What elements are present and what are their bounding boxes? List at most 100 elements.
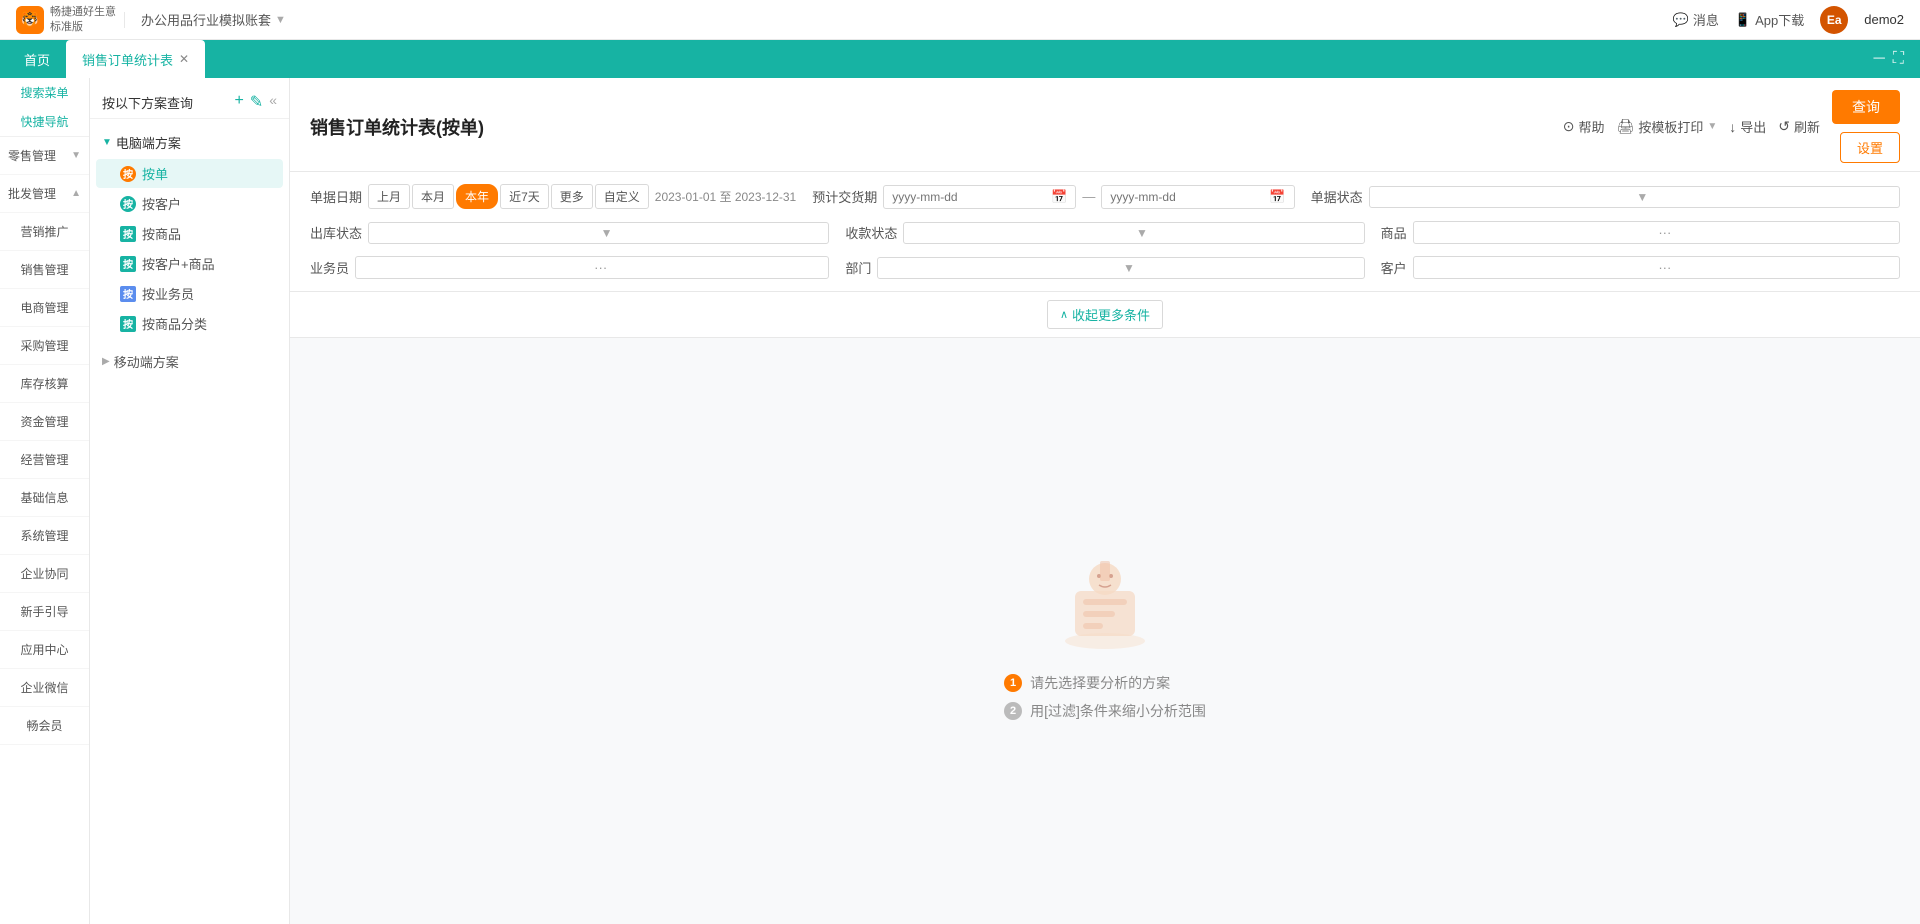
refresh-icon: ↺ [1778, 118, 1790, 135]
mobile-schemes: ▶ 移动端方案 [90, 343, 289, 380]
sidebar-quick-nav[interactable]: 快捷导航 [0, 107, 89, 137]
expected-date-end[interactable]: 📅 [1101, 185, 1294, 209]
export-action[interactable]: ↓ 导出 [1729, 117, 1766, 136]
collapse-filter-button[interactable]: ∧ 收起更多条件 [1047, 300, 1163, 329]
customer-filter: 客户 ··· [1381, 256, 1900, 279]
logo-icon: 🐯 [16, 6, 44, 34]
sidebar-item-inventory[interactable]: 库存核算 [0, 365, 89, 403]
sidebar-item-ecommerce[interactable]: 电商管理 [0, 289, 89, 327]
expand-icon: ▶ [102, 356, 110, 367]
date-label: 单据日期 [310, 187, 362, 206]
right-actions: 查询 设置 [1832, 90, 1900, 163]
more-filter-icon[interactable]: ··· [1654, 260, 1889, 275]
expected-date-start[interactable]: 📅 [883, 185, 1076, 209]
minimize-icon[interactable]: ─ [1873, 50, 1884, 68]
goods-label: 商品 [1381, 223, 1407, 242]
sidebar-search[interactable]: 搜索菜单 [0, 78, 89, 107]
chevron-up-icon: ▲ [71, 188, 81, 199]
nav-tabs: 首页 销售订单统计表 ✕ ─ ⛶ [0, 40, 1920, 78]
user-name[interactable]: demo2 [1864, 12, 1904, 27]
empty-hints: 1 请先选择要分析的方案 2 用[过滤]条件来缩小分析范围 [1004, 673, 1206, 721]
customer-select[interactable]: ··· [1413, 256, 1900, 279]
print-icon: 🖨 [1617, 118, 1635, 135]
divider [124, 12, 125, 28]
scheme-by-customer[interactable]: 按 按客户 [96, 189, 283, 218]
avatar[interactable]: Ea [1820, 6, 1848, 34]
sidebar-item-finance[interactable]: 资金管理 [0, 403, 89, 441]
salesperson-select[interactable]: ··· [355, 256, 829, 279]
pc-schemes: ▼ 电脑端方案 按 按单 按 按客户 按 按商品 按 按客户+商品 [90, 123, 289, 343]
template-print-action[interactable]: 🖨 按模板打印 ▼ [1617, 117, 1718, 136]
last-month-btn[interactable]: 上月 [368, 184, 410, 209]
sidebar-item-retail[interactable]: 零售管理 ▼ [0, 137, 89, 175]
dept-select[interactable]: ▼ [877, 257, 1364, 279]
scheme-by-category[interactable]: 按 按商品分类 [96, 309, 283, 338]
out-status-label: 出库状态 [310, 223, 362, 242]
page-header: 销售订单统计表(按单) ⊙ 帮助 🖨 按模板打印 ▼ ↓ 导出 [290, 78, 1920, 172]
message-icon: 💬 [1673, 12, 1689, 28]
expected-date-filter: 预计交货期 📅 — 📅 [812, 185, 1294, 209]
scheme-by-order[interactable]: 按 按单 [96, 159, 283, 188]
scheme-by-product[interactable]: 按 按商品 [96, 219, 283, 248]
expected-date-start-input[interactable] [892, 190, 1047, 204]
page-title: 销售订单统计表(按单) [310, 114, 484, 140]
sidebar-item-sys-mgmt[interactable]: 系统管理 [0, 517, 89, 555]
pc-scheme-parent[interactable]: ▼ 电脑端方案 [90, 127, 289, 158]
maximize-icon[interactable]: ⛶ [1893, 50, 1904, 68]
sidebar-item-marketing[interactable]: 营销推广 [0, 213, 89, 251]
collapse-panel-button[interactable]: « [269, 92, 277, 112]
custom-btn[interactable]: 自定义 [595, 184, 649, 209]
sidebar-item-newbie[interactable]: 新手引导 [0, 593, 89, 631]
sidebar-item-enterprise[interactable]: 企业协同 [0, 555, 89, 593]
refresh-action[interactable]: ↺ 刷新 [1778, 117, 1820, 136]
doc-status-select[interactable]: ▼ [1369, 186, 1900, 208]
page-header-actions: ⊙ 帮助 🖨 按模板打印 ▼ ↓ 导出 ↺ 刷新 [1563, 90, 1900, 163]
date-btn-group: 上月 本月 本年 近7天 更多 自定义 [368, 184, 649, 209]
message-action[interactable]: 💬 消息 [1673, 10, 1719, 29]
main-layout: 搜索菜单 快捷导航 零售管理 ▼ 批发管理 ▲ 营销推广 销售管理 电商管理 采… [0, 78, 1920, 924]
collapse-icon: ∧ [1060, 308, 1068, 321]
recv-status-select[interactable]: ▼ [903, 222, 1364, 244]
scheme-by-cust-prod[interactable]: 按 按客户+商品 [96, 249, 283, 278]
logo-text: 畅捷通好生意 标准版 [50, 5, 116, 34]
chevron-down-icon: ▼ [71, 150, 81, 161]
more-btn[interactable]: 更多 [551, 184, 593, 209]
setting-button[interactable]: 设置 [1840, 132, 1900, 163]
sidebar-item-wechat[interactable]: 企业微信 [0, 669, 89, 707]
chevron-down-icon: ▼ [1707, 121, 1717, 132]
expand-icon: ▼ [102, 137, 112, 148]
goods-select[interactable]: ··· [1413, 221, 1900, 244]
close-tab-icon[interactable]: ✕ [179, 52, 189, 66]
logo-area: 🐯 畅捷通好生意 标准版 [16, 5, 116, 34]
edit-scheme-button[interactable]: ✎ [250, 92, 263, 112]
sidebar-item-operations[interactable]: 经营管理 [0, 441, 89, 479]
tab-home[interactable]: 首页 [8, 40, 66, 78]
query-button[interactable]: 查询 [1832, 90, 1900, 124]
scheme-by-salesperson[interactable]: 按 按业务员 [96, 279, 283, 308]
topbar: 🐯 畅捷通好生意 标准版 办公用品行业模拟账套 ▼ 💬 消息 📱 App下载 E… [0, 0, 1920, 40]
salesperson-filter: 业务员 ··· [310, 256, 829, 279]
sidebar-item-base-info[interactable]: 基础信息 [0, 479, 89, 517]
sidebar-item-wholesale[interactable]: 批发管理 ▲ [0, 175, 89, 213]
scheme-icon: 按 [120, 226, 136, 242]
tab-sales-stat[interactable]: 销售订单统计表 ✕ [66, 40, 205, 78]
more-filter-icon[interactable]: ··· [590, 260, 818, 275]
expected-date-end-input[interactable] [1110, 190, 1265, 204]
this-month-btn[interactable]: 本月 [412, 184, 454, 209]
sidebar-item-member[interactable]: 畅会员 [0, 707, 89, 745]
scheme-icon: 按 [120, 286, 136, 302]
scheme-icon: 按 [120, 196, 136, 212]
sidebar-item-app-center[interactable]: 应用中心 [0, 631, 89, 669]
sidebar-item-sales-mgmt[interactable]: 销售管理 [0, 251, 89, 289]
help-action[interactable]: ⊙ 帮助 [1563, 117, 1605, 136]
last7-btn[interactable]: 近7天 [500, 184, 549, 209]
left-panel-title: 按以下方案查询 [102, 93, 228, 112]
this-year-btn[interactable]: 本年 [456, 184, 498, 209]
app-download-action[interactable]: 📱 App下载 [1735, 10, 1804, 29]
more-filter-icon[interactable]: ··· [1654, 225, 1889, 240]
sidebar-item-purchase[interactable]: 采购管理 [0, 327, 89, 365]
out-status-select[interactable]: ▼ [368, 222, 829, 244]
add-scheme-button[interactable]: + [234, 92, 243, 112]
mobile-scheme-parent[interactable]: ▶ 移动端方案 [90, 347, 289, 376]
app-selector[interactable]: 办公用品行业模拟账套 ▼ [133, 6, 294, 33]
